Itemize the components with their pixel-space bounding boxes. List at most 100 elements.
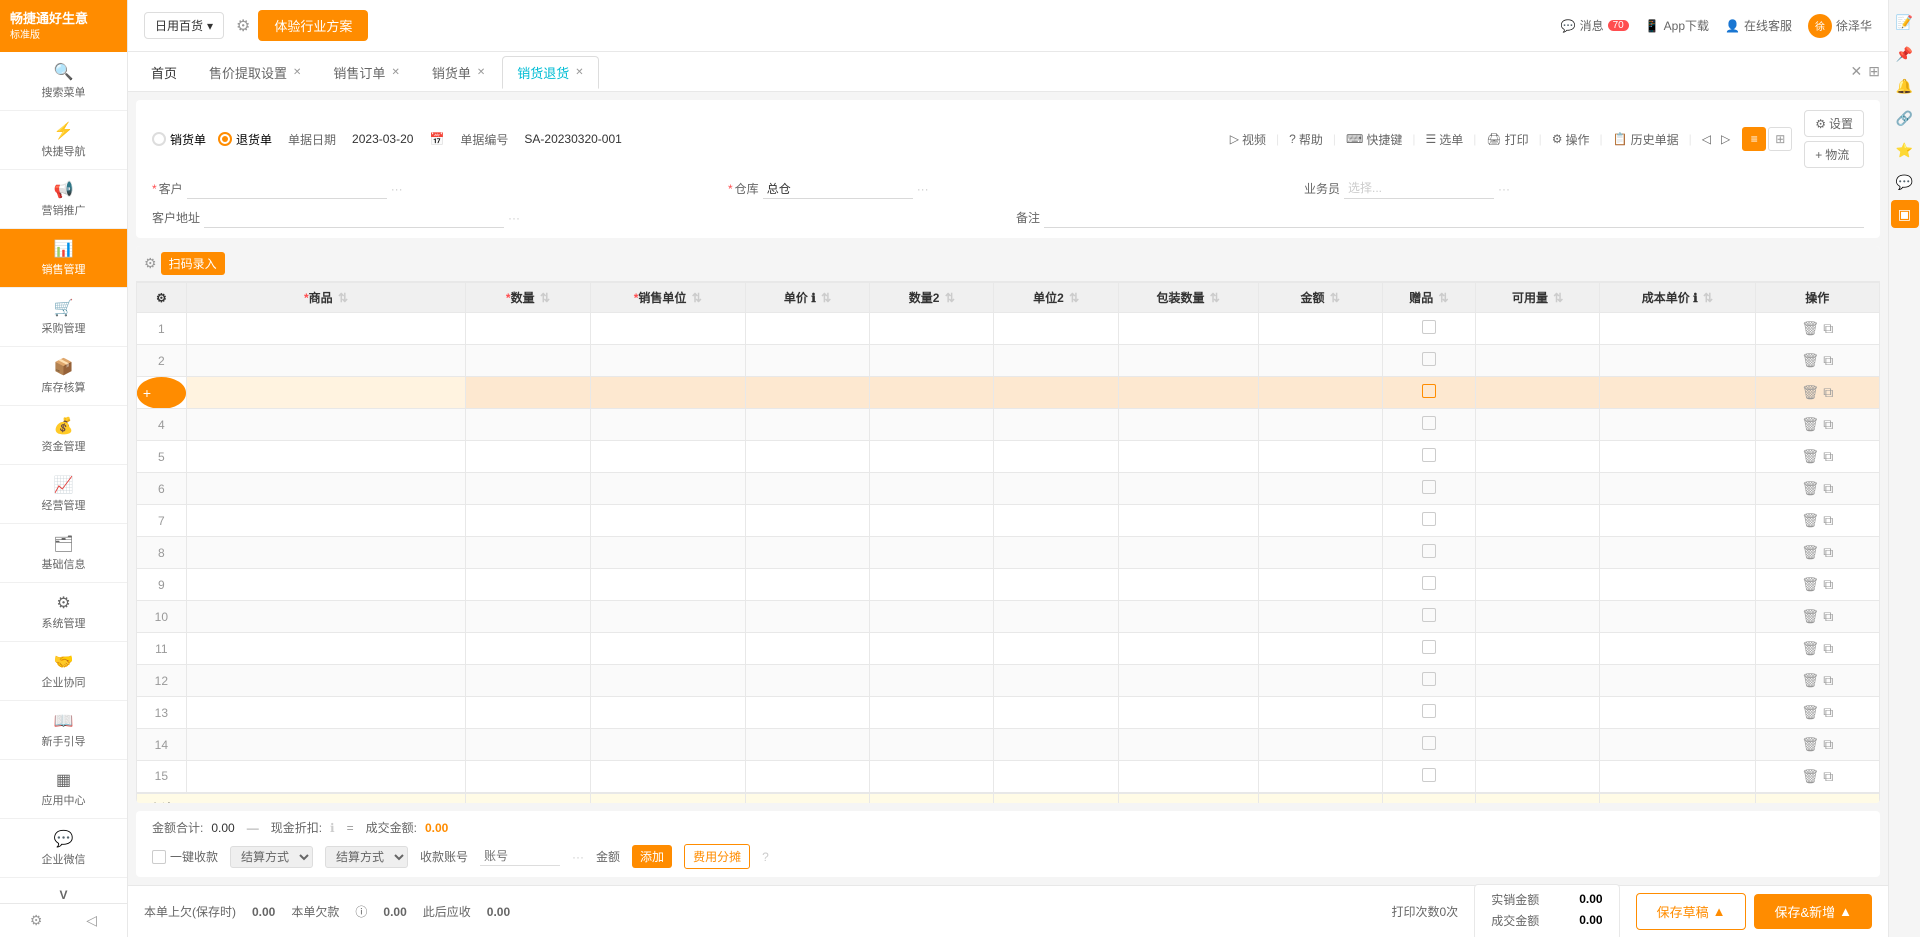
amount-cell-1[interactable] [1258,313,1382,345]
del-15[interactable]: 🗑 [1801,768,1819,785]
address-input[interactable] [204,207,504,228]
del-7[interactable]: 🗑 [1801,512,1819,529]
amount-cell-3[interactable] [1258,377,1382,409]
cp-12[interactable]: ⧉ [1823,672,1833,689]
qty2-cell-3[interactable] [870,377,994,409]
trial-btn[interactable]: 体验行业方案 [258,10,368,41]
cp-4[interactable]: ⧉ [1823,416,1833,433]
sidebar-item-shortcut[interactable]: ⚡ 快捷导航 [0,111,127,170]
unit2-cell-2[interactable] [994,345,1118,377]
table-gear-icon[interactable]: ⚙ [144,255,157,272]
qty-cell-1[interactable] [466,313,590,345]
view-grid-btn[interactable]: ⊞ [1768,127,1792,151]
delete-row-2-btn[interactable]: 🗑 [1801,352,1819,369]
right-icon-active[interactable]: ▣ [1891,200,1919,228]
cp-10[interactable]: ⧉ [1823,608,1833,625]
fee-split-btn[interactable]: 费用分摊 [684,844,750,869]
sort-unit2-icon[interactable]: ⇅ [1069,291,1079,305]
tab-sales-delivery[interactable]: 销货单 ✕ [417,56,500,88]
cost-cell-1[interactable] [1600,313,1755,345]
gift-checkbox-3[interactable] [1422,384,1436,398]
wuliu-btn[interactable]: + 物流 [1804,141,1864,168]
tab-sales-order[interactable]: 销售订单 ✕ [318,56,414,88]
sidebar-item-enterprise[interactable]: 🤝 企业协同 [0,642,127,701]
gift-cb-13[interactable] [1422,704,1436,718]
customer-dots[interactable]: ··· [391,182,403,196]
gift-cb-6[interactable] [1422,480,1436,494]
select-btn[interactable]: ☰ 选单 [1425,131,1463,148]
sidebar-collapse-btn[interactable]: ◁ [86,912,97,929]
help-btn[interactable]: ? 帮助 [1289,131,1323,148]
close-all-tabs-btn[interactable]: ✕ [1851,63,1863,80]
cp-6[interactable]: ⧉ [1823,480,1833,497]
right-icon-link[interactable]: 🔗 [1891,104,1919,132]
gift-cb-11[interactable] [1422,640,1436,654]
gift-cb-9[interactable] [1422,576,1436,590]
save-draft-btn[interactable]: 保存草稿 ▲ [1636,893,1747,930]
del-9[interactable]: 🗑 [1801,576,1819,593]
gift-cb-14[interactable] [1422,736,1436,750]
tab-close-sales-return[interactable]: ✕ [575,67,583,78]
sidebar-item-wechat[interactable]: 💬 企业微信 [0,819,127,878]
gift-cb-10[interactable] [1422,608,1436,622]
app-download-btn[interactable]: 📱 App下载 [1645,17,1709,34]
del-14[interactable]: 🗑 [1801,736,1819,753]
account-input[interactable] [480,847,560,866]
del-13[interactable]: 🗑 [1801,704,1819,721]
price-cell-3[interactable] [745,377,869,409]
sort-qty2-icon[interactable]: ⇅ [945,291,955,305]
sort-amount-icon[interactable]: ⇅ [1330,291,1340,305]
address-dots[interactable]: ··· [508,211,520,225]
gift-checkbox-2[interactable] [1422,352,1436,366]
qty-cell-2[interactable] [466,345,590,377]
sort-cost-icon[interactable]: ⇅ [1703,291,1713,305]
unit-cell-1[interactable] [590,313,745,345]
sidebar-item-newbie[interactable]: 📖 新手引导 [0,701,127,760]
delete-row-1-btn[interactable]: 🗑 [1801,320,1819,337]
sidebar-item-finance[interactable]: 💰 资金管理 [0,406,127,465]
add-fee-btn[interactable]: 添加 [632,845,672,868]
cost-cell-3[interactable] [1600,377,1755,409]
account-dots[interactable]: ··· [572,850,584,864]
sidebar-item-apps[interactable]: ▦ 应用中心 [0,760,127,819]
scan-btn[interactable]: 扫码录入 [161,252,225,275]
sidebar-item-purchase[interactable]: 🛒 采购管理 [0,288,127,347]
gift-cb-12[interactable] [1422,672,1436,686]
del-6[interactable]: 🗑 [1801,480,1819,497]
sidebar-item-search[interactable]: 🔍 搜索菜单 [0,52,127,111]
cp-9[interactable]: ⧉ [1823,576,1833,593]
tab-price-setting[interactable]: 售价提取设置 ✕ [194,56,316,88]
sidebar-item-sales[interactable]: 📊 销售管理 [0,229,127,288]
cp-15[interactable]: ⧉ [1823,768,1833,785]
salesperson-input[interactable] [1344,178,1494,199]
sort-price-icon[interactable]: ⇅ [821,291,831,305]
salesperson-dots[interactable]: ··· [1498,182,1510,196]
gift-cb-5[interactable] [1422,448,1436,462]
packqty-cell-3[interactable] [1118,377,1258,409]
unit2-cell-3[interactable] [994,377,1118,409]
one-click-pay-checkbox[interactable] [152,850,166,864]
gift-checkbox-1[interactable] [1422,320,1436,334]
product-cell-3[interactable] [186,377,466,409]
delete-row-3-btn[interactable]: 🗑 [1801,384,1819,401]
qty-cell-3[interactable] [466,377,590,409]
gift-cb-7[interactable] [1422,512,1436,526]
del-11[interactable]: 🗑 [1801,640,1819,657]
product-cell-2[interactable] [186,345,466,377]
setting-btn[interactable]: ⚙ 设置 [1804,110,1864,137]
nav-next-btn[interactable]: ▷ [1721,132,1730,146]
gift-cb-15[interactable] [1422,768,1436,782]
copy-row-2-btn[interactable]: ⧉ [1823,352,1833,369]
qty2-cell-1[interactable] [870,313,994,345]
operate-btn[interactable]: ⚙ 操作 [1552,131,1590,148]
warehouse-dots[interactable]: ··· [917,182,929,196]
sort-qty-icon[interactable]: ⇅ [540,291,550,305]
shortcut-btn[interactable]: ⌨ 快捷键 [1346,131,1402,148]
copy-row-1-btn[interactable]: ⧉ [1823,320,1833,337]
avail-cell-2[interactable] [1476,345,1600,377]
add-row-btn[interactable]: + [137,383,157,403]
right-icon-chat[interactable]: 💬 [1891,168,1919,196]
message-btn[interactable]: 💬 消息 70 [1561,17,1629,34]
nav-prev-btn[interactable]: ◁ [1702,132,1711,146]
right-icon-star[interactable]: ⭐ [1891,136,1919,164]
